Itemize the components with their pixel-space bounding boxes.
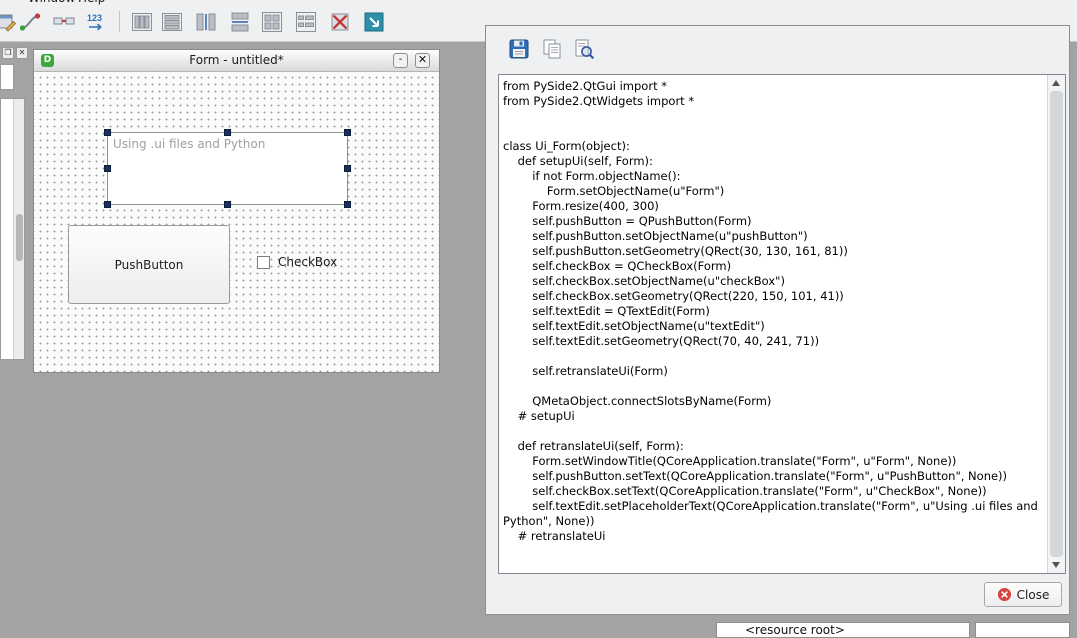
selection-handle[interactable] [104, 201, 111, 208]
code-view[interactable]: from PySide2.QtGui import * from PySide2… [498, 74, 1066, 574]
selection-handle[interactable] [224, 201, 231, 208]
code-preview-dialog: from PySide2.QtGui import * from PySide2… [485, 25, 1070, 615]
edit-signals-slots-icon[interactable] [16, 9, 44, 35]
copy-icon[interactable] [539, 36, 565, 62]
resource-root-item[interactable]: <resource root> [716, 622, 970, 638]
toolbar-separator [119, 11, 120, 32]
selection-handle[interactable] [224, 129, 231, 136]
close-dock-icon[interactable]: ✕ [16, 47, 28, 59]
form-canvas[interactable]: Using .ui files and Python PushButton Ch… [34, 71, 439, 372]
code-scrollbar[interactable] [1047, 75, 1065, 573]
close-icon [997, 587, 1012, 602]
dock-list-fragment [0, 98, 25, 360]
selection-handle[interactable] [104, 165, 111, 172]
checkbox-widget[interactable]: CheckBox [257, 255, 337, 269]
code-text[interactable]: from PySide2.QtGui import * from PySide2… [499, 75, 1065, 548]
dock-panel-fragment [0, 64, 14, 90]
edit-buddies-icon[interactable] [50, 9, 78, 35]
svg-text:123: 123 [87, 13, 102, 23]
find-icon[interactable] [571, 36, 597, 62]
scroll-down-icon[interactable] [1052, 562, 1060, 568]
close-window-button[interactable]: ✕ [415, 53, 430, 68]
layout-vertically-icon[interactable] [158, 9, 186, 35]
close-button-label: Close [1017, 588, 1050, 602]
selection-handle[interactable] [344, 165, 351, 172]
layout-vertical-splitter-icon[interactable] [226, 9, 254, 35]
selection-handle[interactable] [344, 129, 351, 136]
layout-horizontal-splitter-icon[interactable] [192, 9, 220, 35]
textedit-widget[interactable]: Using .ui files and Python [107, 132, 348, 205]
form-window-title: Form - untitled* [34, 53, 439, 67]
menu-help[interactable]: Help [78, 0, 105, 5]
menu-window[interactable]: Window [28, 0, 75, 5]
edit-tab-order-icon[interactable]: 123 [82, 9, 110, 35]
dock-scrollbar[interactable] [13, 99, 24, 359]
selection-handle[interactable] [344, 201, 351, 208]
form-designer-window: D Form - untitled* - ✕ Using .ui files a… [33, 49, 440, 373]
textedit-placeholder: Using .ui files and Python [113, 137, 265, 151]
float-dock-icon[interactable]: ❐ [2, 47, 14, 59]
dock-scrollbar-thumb[interactable] [16, 214, 23, 261]
app-root: Window Help 123 [0, 0, 1077, 638]
resource-panel-fragment [975, 622, 1070, 638]
code-scrollbar-thumb[interactable] [1050, 91, 1063, 557]
layout-grid-icon[interactable] [258, 9, 286, 35]
adjust-size-icon[interactable] [360, 9, 388, 35]
form-window-titlebar[interactable]: D Form - untitled* - ✕ [34, 50, 439, 72]
checkbox-label: CheckBox [278, 255, 337, 269]
layout-form-icon[interactable] [292, 9, 320, 35]
scroll-up-icon[interactable] [1052, 80, 1060, 86]
break-layout-icon[interactable] [326, 9, 354, 35]
minimize-button[interactable]: - [393, 53, 408, 68]
selection-handle[interactable] [104, 129, 111, 136]
layout-horizontally-icon[interactable] [128, 9, 156, 35]
save-icon[interactable] [506, 36, 532, 62]
close-dialog-button[interactable]: Close [984, 582, 1062, 607]
pushbutton-widget[interactable]: PushButton [68, 225, 230, 304]
checkbox-indicator[interactable] [257, 256, 270, 269]
